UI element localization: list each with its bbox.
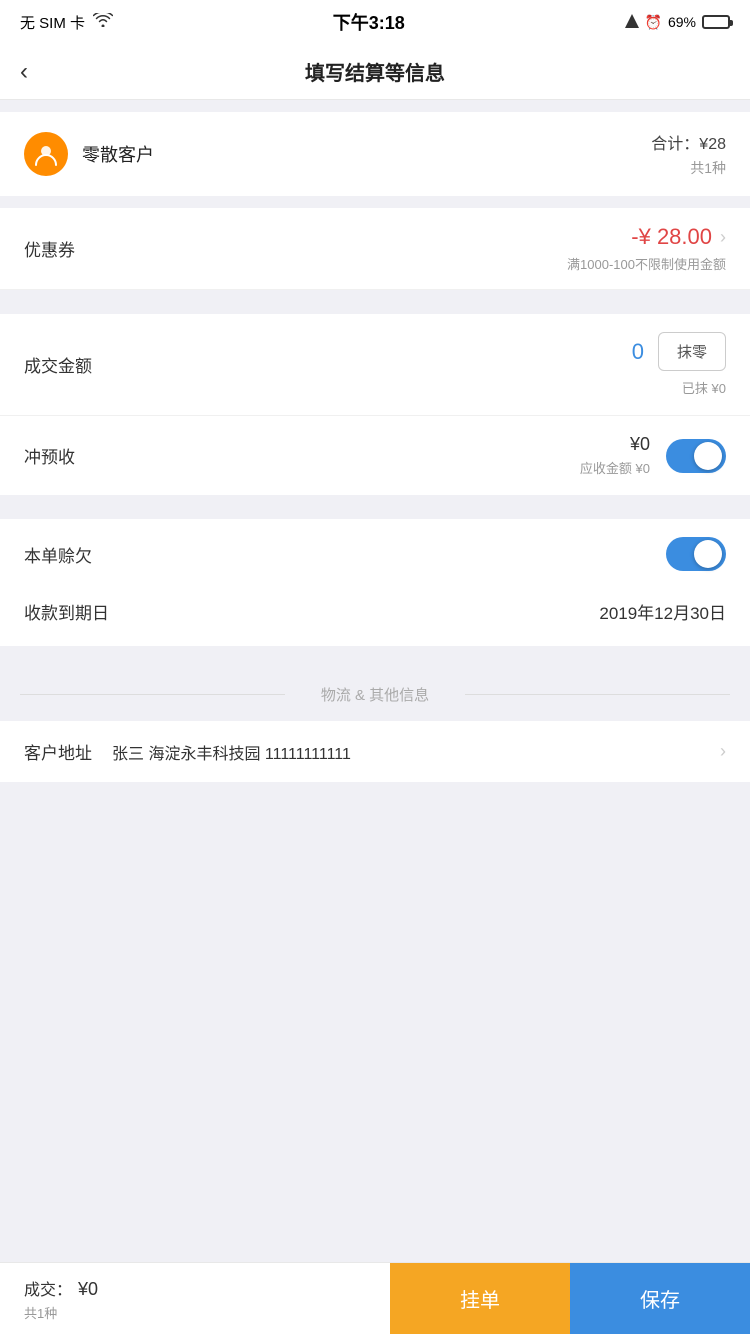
bottom-deal-label: 成交：: [24, 1276, 72, 1300]
status-time: 下午3:18: [333, 9, 405, 35]
prepay-right-area: ¥0 应收金额 ¥0: [580, 434, 726, 477]
bottom-info: 成交： ¥0 共1种: [0, 1276, 390, 1322]
prepay-amount: ¥0: [580, 434, 650, 455]
battery-icon: [702, 15, 730, 29]
customer-info: 零散客户: [24, 132, 154, 176]
debt-label: 本单赊欠: [24, 542, 92, 567]
nav-bar: ‹ 填写结算等信息: [0, 44, 750, 100]
battery-percentage: 69%: [668, 14, 696, 30]
prepay-label: 冲预收: [24, 443, 75, 468]
status-bar: 无 SIM 卡 下午3:18 ⏰ 69%: [0, 0, 750, 44]
address-row[interactable]: 客户地址 张三 海淀永丰科技园 11111111111 ›: [0, 721, 750, 782]
customer-total: 合计：¥28: [651, 130, 726, 154]
coupon-description: 满1000-100不限制使用金额: [567, 254, 726, 273]
status-right: ⏰ 69%: [625, 14, 730, 31]
divider-line-left: [20, 694, 285, 695]
round-button[interactable]: 抹零: [658, 332, 726, 371]
logistics-text: 物流 & 其他信息: [321, 684, 429, 705]
debt-row: 本单赊欠: [0, 519, 750, 589]
pending-button[interactable]: 挂单: [390, 1263, 570, 1334]
due-date-value: 2019年12月30日: [599, 599, 726, 624]
logistics-line: 物流 & 其他信息: [0, 684, 750, 705]
customer-section: 零散客户 合计：¥28 共1种: [0, 112, 750, 196]
prepay-amounts: ¥0 应收金额 ¥0: [580, 434, 650, 477]
debt-section: 本单赊欠 收款到期日 2019年12月30日: [0, 519, 750, 646]
coupon-label: 优惠券: [24, 236, 75, 261]
avatar: [24, 132, 68, 176]
due-date-row: 收款到期日 2019年12月30日: [0, 589, 750, 646]
page-title: 填写结算等信息: [305, 57, 445, 86]
location-icon: [625, 14, 639, 31]
bottom-deal-amount: ¥0: [78, 1279, 98, 1300]
address-chevron-icon: ›: [720, 741, 726, 762]
back-button[interactable]: ‹: [20, 58, 28, 86]
status-left: 无 SIM 卡: [20, 12, 113, 33]
amount-label: 成交金额: [24, 352, 92, 377]
section-divider-1: [0, 302, 750, 314]
bottom-actions: 挂单 保存: [390, 1263, 750, 1334]
amount-right: 0 抹零: [632, 332, 726, 371]
prepay-toggle[interactable]: [666, 439, 726, 473]
section-divider-3: [0, 658, 750, 670]
customer-count: 共1种: [651, 158, 726, 178]
bottom-deal: 成交： ¥0: [24, 1276, 366, 1300]
prepay-sub: 应收金额 ¥0: [580, 458, 650, 477]
save-button[interactable]: 保存: [570, 1263, 750, 1334]
customer-row: 零散客户 合计：¥28 共1种: [0, 112, 750, 196]
divider-line-right: [465, 694, 730, 695]
coupon-chevron-icon: ›: [720, 227, 726, 248]
amount-value: 0: [632, 339, 644, 365]
section-divider-2: [0, 507, 750, 519]
bottom-count: 共1种: [24, 1303, 366, 1322]
amount-row: 成交金额 0 抹零 已抹 ¥0: [0, 314, 750, 416]
logistics-header: 物流 & 其他信息: [0, 670, 750, 719]
customer-total-info: 合计：¥28 共1种: [651, 130, 726, 178]
amount-sub: 已抹 ¥0: [682, 378, 726, 397]
bottom-spacer: [0, 794, 750, 874]
coupon-row[interactable]: 优惠券 -¥ 28.00 › 满1000-100不限制使用金额: [0, 208, 750, 290]
coupon-section: 优惠券 -¥ 28.00 › 满1000-100不限制使用金额: [0, 208, 750, 290]
amount-section: 成交金额 0 抹零 已抹 ¥0 冲预收 ¥0 应收金额 ¥0: [0, 314, 750, 495]
toggle-knob: [694, 442, 722, 470]
address-value: 张三 海淀永丰科技园 11111111111: [112, 740, 720, 764]
bottom-bar: 成交： ¥0 共1种 挂单 保存: [0, 1262, 750, 1334]
debt-toggle[interactable]: [666, 537, 726, 571]
carrier-text: 无 SIM 卡: [20, 12, 85, 33]
coupon-discount: -¥ 28.00: [631, 224, 712, 250]
prepay-row: 冲预收 ¥0 应收金额 ¥0: [0, 416, 750, 495]
customer-name: 零散客户: [82, 141, 154, 167]
due-label: 收款到期日: [24, 599, 109, 624]
debt-toggle-knob: [694, 540, 722, 568]
alarm-icon: ⏰: [645, 14, 662, 31]
wifi-icon: [93, 13, 113, 31]
address-section: 客户地址 张三 海淀永丰科技园 11111111111 ›: [0, 721, 750, 782]
address-label: 客户地址: [24, 739, 92, 764]
